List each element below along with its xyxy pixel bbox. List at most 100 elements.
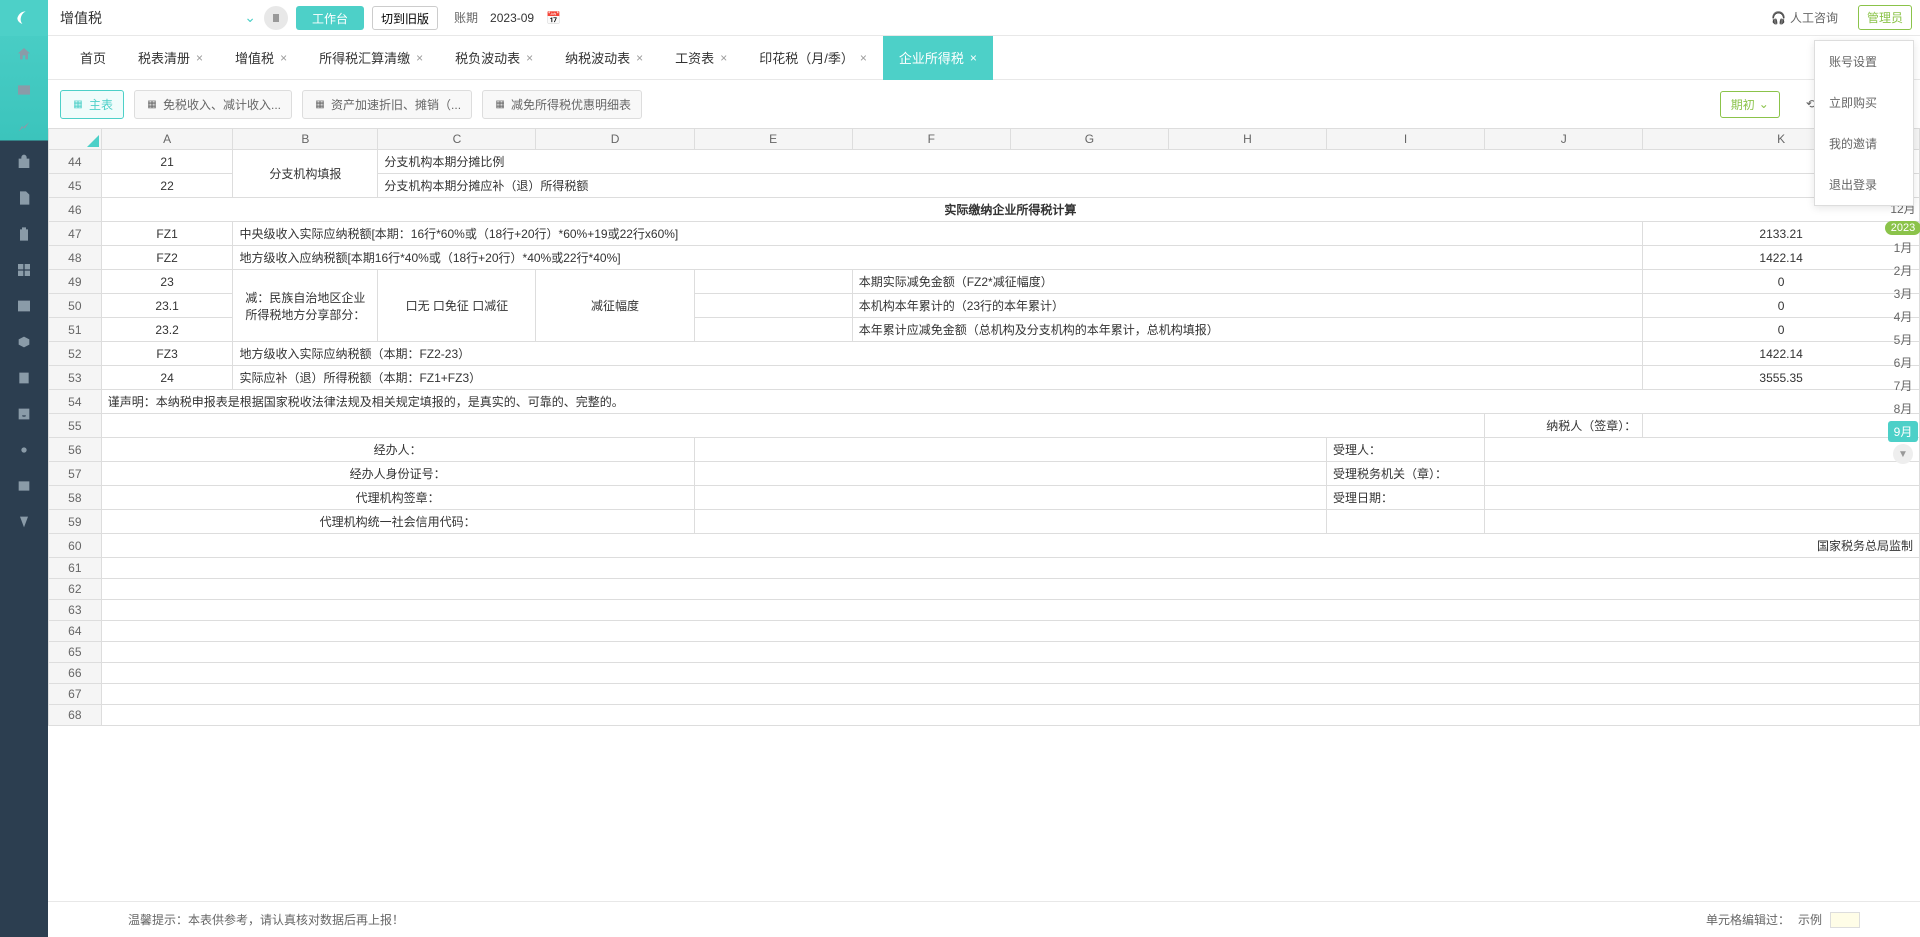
admin-button[interactable]: 管理员 <box>1858 5 1912 30</box>
tab-工资表[interactable]: 工资表× <box>659 36 743 80</box>
cell[interactable]: 谨声明：本纳税申报表是根据国家税收法律法规及相关规定填报的，是真实的、可靠的、完… <box>101 390 1919 414</box>
cell[interactable]: 实际缴纳企业所得税计算 <box>101 198 1919 222</box>
nav-export-icon[interactable] <box>0 360 48 396</box>
nav-box-icon[interactable] <box>0 324 48 360</box>
cell[interactable]: 0 <box>1643 318 1920 342</box>
nav-inbox-icon[interactable] <box>0 396 48 432</box>
row-number[interactable]: 51 <box>49 318 102 342</box>
tab-纳税波动表[interactable]: 纳税波动表× <box>549 36 659 80</box>
cell[interactable] <box>101 579 1919 600</box>
month-item[interactable]: 2月 <box>1890 260 1917 281</box>
dropdown-account-settings[interactable]: 账号设置 <box>1815 41 1913 82</box>
cell[interactable]: 23 <box>101 270 233 294</box>
month-down-arrow[interactable]: ▼ <box>1893 444 1913 464</box>
month-item[interactable]: 5月 <box>1890 329 1917 350</box>
dropdown-my-invites[interactable]: 我的邀请 <box>1815 123 1913 164</box>
subtab-减免所得税优惠明细表[interactable]: ▦减免所得税优惠明细表 <box>482 90 642 119</box>
tab-税表清册[interactable]: 税表清册× <box>122 36 219 80</box>
cell[interactable]: 0 <box>1643 270 1920 294</box>
cell[interactable]: 24 <box>101 366 233 390</box>
cell[interactable]: 3555.35 <box>1643 366 1920 390</box>
row-number[interactable]: 52 <box>49 342 102 366</box>
cell[interactable]: 分支机构本期分摊应补（退）所得税额 <box>378 174 1920 198</box>
month-item[interactable]: 9月 <box>1888 421 1919 442</box>
consult-link[interactable]: 🎧 人工咨询 <box>1771 9 1838 26</box>
cell[interactable] <box>1485 462 1920 486</box>
month-item[interactable]: 1月 <box>1890 237 1917 258</box>
nav-settings-icon[interactable] <box>0 432 48 468</box>
close-icon[interactable]: × <box>526 51 533 65</box>
col-header[interactable]: H <box>1168 129 1326 150</box>
dropdown-logout[interactable]: 退出登录 <box>1815 164 1913 205</box>
cell[interactable]: 23.1 <box>101 294 233 318</box>
cell[interactable]: 分支机构填报 <box>233 150 378 198</box>
close-icon[interactable]: × <box>860 51 867 65</box>
close-icon[interactable]: × <box>416 51 423 65</box>
select-all-cell[interactable] <box>49 129 102 150</box>
cell[interactable]: 受理人： <box>1327 438 1485 462</box>
cell[interactable]: 经办人身份证号： <box>101 462 694 486</box>
row-number[interactable]: 46 <box>49 198 102 222</box>
info-button[interactable] <box>264 6 288 30</box>
cell[interactable] <box>101 414 1484 438</box>
tab-增值税[interactable]: 增值税× <box>219 36 303 80</box>
row-number[interactable]: 58 <box>49 486 102 510</box>
row-number[interactable]: 68 <box>49 705 102 726</box>
row-number[interactable]: 56 <box>49 438 102 462</box>
cell[interactable]: FZ3 <box>101 342 233 366</box>
row-number[interactable]: 57 <box>49 462 102 486</box>
row-number[interactable]: 66 <box>49 663 102 684</box>
cell[interactable] <box>101 705 1919 726</box>
row-number[interactable]: 61 <box>49 558 102 579</box>
row-number[interactable]: 60 <box>49 534 102 558</box>
nav-card-icon[interactable] <box>0 72 48 108</box>
row-number[interactable]: 54 <box>49 390 102 414</box>
subtab-资产加速折旧、摊销（...[interactable]: ▦资产加速折旧、摊销（... <box>302 90 472 119</box>
cell[interactable]: 国家税务总局监制 <box>101 534 1919 558</box>
nav-video-icon[interactable] <box>0 468 48 504</box>
tab-印花税（月/季）[interactable]: 印花税（月/季）× <box>743 36 883 80</box>
month-item[interactable]: 4月 <box>1890 306 1917 327</box>
cell[interactable] <box>694 318 852 342</box>
col-header[interactable]: G <box>1010 129 1168 150</box>
cell[interactable] <box>101 684 1919 705</box>
close-icon[interactable]: × <box>196 51 203 65</box>
cell[interactable]: FZ1 <box>101 222 233 246</box>
col-header[interactable]: D <box>536 129 694 150</box>
cell[interactable]: 地方级收入实际应纳税额（本期：FZ2-23） <box>233 342 1643 366</box>
month-item[interactable]: 8月 <box>1890 398 1917 419</box>
cell[interactable] <box>101 600 1919 621</box>
close-icon[interactable]: × <box>280 51 287 65</box>
cell[interactable]: 21 <box>101 150 233 174</box>
cell[interactable]: 受理税务机关（章）： <box>1327 462 1485 486</box>
calendar-icon[interactable]: 📅 <box>546 11 561 25</box>
row-number[interactable]: 44 <box>49 150 102 174</box>
close-icon[interactable]: × <box>720 51 727 65</box>
row-number[interactable]: 63 <box>49 600 102 621</box>
nav-bag-icon[interactable] <box>0 144 48 180</box>
cell[interactable] <box>694 438 1326 462</box>
row-number[interactable]: 64 <box>49 621 102 642</box>
col-header[interactable]: B <box>233 129 378 150</box>
period-initial-button[interactable]: 期初 ⌄ <box>1720 91 1780 118</box>
close-icon[interactable]: × <box>636 51 643 65</box>
cell[interactable] <box>1485 510 1920 534</box>
col-header[interactable]: I <box>1327 129 1485 150</box>
tab-税负波动表[interactable]: 税负波动表× <box>439 36 549 80</box>
nav-grid-icon[interactable] <box>0 252 48 288</box>
cell[interactable]: FZ2 <box>101 246 233 270</box>
cell[interactable]: 纳税人（签章）： <box>1485 414 1643 438</box>
tab-所得税汇算清缴[interactable]: 所得税汇算清缴× <box>303 36 439 80</box>
cell[interactable]: 1422.14 <box>1643 342 1920 366</box>
cell[interactable] <box>101 663 1919 684</box>
row-number[interactable]: 50 <box>49 294 102 318</box>
cell[interactable] <box>101 621 1919 642</box>
cell[interactable]: 分支机构本期分摊比例 <box>378 150 1920 174</box>
row-number[interactable]: 67 <box>49 684 102 705</box>
cell[interactable] <box>1327 510 1485 534</box>
subtab-主表[interactable]: ▦主表 <box>60 90 124 119</box>
cell[interactable]: 受理日期： <box>1327 486 1485 510</box>
cell[interactable]: 减：民族自治地区企业所得税地方分享部分： <box>233 270 378 342</box>
tab-首页[interactable]: 首页 <box>64 36 122 80</box>
cell[interactable] <box>101 558 1919 579</box>
